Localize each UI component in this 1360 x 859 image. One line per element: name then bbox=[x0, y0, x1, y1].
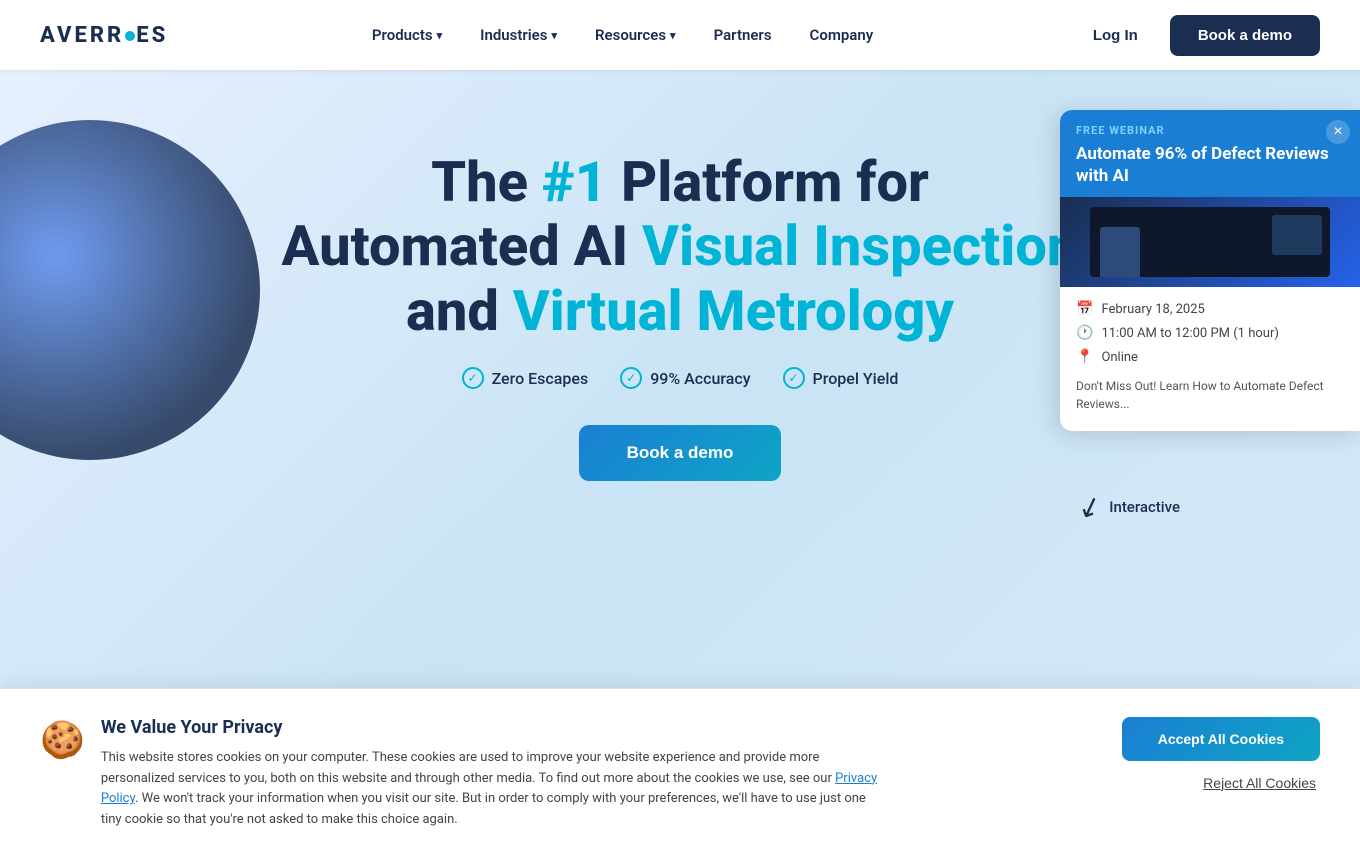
chevron-down-icon: ▾ bbox=[437, 29, 443, 42]
cookie-content: We Value Your Privacy This website store… bbox=[101, 717, 1106, 831]
nav-item-resources[interactable]: Resources ▾ bbox=[579, 18, 692, 52]
location-icon: 📍 bbox=[1076, 349, 1093, 365]
logo-circle-1 bbox=[125, 31, 135, 41]
hero-sphere bbox=[0, 120, 260, 460]
hero-title: The #1 Platform for Automated AI Visual … bbox=[282, 150, 1079, 343]
nav-item-products[interactable]: Products ▾ bbox=[356, 18, 458, 52]
login-button[interactable]: Log In bbox=[1077, 19, 1154, 52]
webinar-meta: 📅 February 18, 2025 🕐 11:00 AM to 12:00 … bbox=[1076, 301, 1344, 365]
reject-cookies-button[interactable]: Reject All Cookies bbox=[1199, 771, 1320, 795]
webinar-badge: FREE WEBINAR bbox=[1076, 124, 1344, 137]
clock-icon: 🕐 bbox=[1076, 325, 1093, 341]
logo[interactable]: AVERRES bbox=[40, 23, 168, 48]
nav-item-company[interactable]: Company bbox=[794, 18, 890, 52]
chevron-down-icon: ▾ bbox=[551, 29, 557, 42]
webinar-image bbox=[1060, 197, 1360, 287]
cookie-icon: 🍪 bbox=[40, 719, 85, 761]
webinar-title: Automate 96% of Defect Reviews with AI bbox=[1076, 143, 1344, 187]
webinar-body: 📅 February 18, 2025 🕐 11:00 AM to 12:00 … bbox=[1060, 287, 1360, 431]
webinar-panel: FREE WEBINAR Automate 96% of Defect Revi… bbox=[1060, 110, 1360, 431]
nav-demo-button[interactable]: Book a demo bbox=[1170, 15, 1320, 56]
nav-item-partners[interactable]: Partners bbox=[698, 18, 788, 52]
webinar-close-button[interactable]: × bbox=[1326, 120, 1350, 144]
hero-content: The #1 Platform for Automated AI Visual … bbox=[242, 150, 1119, 481]
nav-actions: Log In Book a demo bbox=[1077, 15, 1320, 56]
navbar: AVERRES Products ▾ Industries ▾ Resource… bbox=[0, 0, 1360, 70]
nav-links: Products ▾ Industries ▾ Resources ▾ Part… bbox=[356, 18, 889, 52]
webinar-date: 📅 February 18, 2025 bbox=[1076, 301, 1344, 317]
webinar-location: 📍 Online bbox=[1076, 349, 1344, 365]
badge-zero-escapes: ✓ Zero Escapes bbox=[462, 367, 589, 389]
nav-item-industries[interactable]: Industries ▾ bbox=[464, 18, 573, 52]
cookie-text: This website stores cookies on your comp… bbox=[101, 748, 881, 831]
webinar-image-inner bbox=[1090, 207, 1330, 277]
badge-yield: ✓ Propel Yield bbox=[783, 367, 899, 389]
cookie-title: We Value Your Privacy bbox=[101, 717, 1106, 738]
chevron-down-icon: ▾ bbox=[670, 29, 676, 42]
webinar-header: FREE WEBINAR Automate 96% of Defect Revi… bbox=[1060, 110, 1360, 197]
hero-demo-button[interactable]: Book a demo bbox=[579, 425, 782, 481]
calendar-icon: 📅 bbox=[1076, 301, 1093, 317]
webinar-description: Don't Miss Out! Learn How to Automate De… bbox=[1076, 377, 1344, 413]
hero-badges: ✓ Zero Escapes ✓ 99% Accuracy ✓ Propel Y… bbox=[282, 367, 1079, 389]
webinar-screen bbox=[1272, 215, 1322, 255]
cookie-actions: Accept All Cookies Reject All Cookies bbox=[1122, 717, 1320, 795]
badge-accuracy: ✓ 99% Accuracy bbox=[620, 367, 750, 389]
check-icon-2: ✓ bbox=[620, 367, 642, 389]
cookie-banner: 🍪 We Value Your Privacy This website sto… bbox=[0, 688, 1360, 859]
accept-cookies-button[interactable]: Accept All Cookies bbox=[1122, 717, 1320, 761]
arrow-icon: ↙ bbox=[1073, 487, 1106, 526]
check-icon-3: ✓ bbox=[783, 367, 805, 389]
webinar-person bbox=[1100, 227, 1140, 277]
interactive-label: ↙ Interactive bbox=[1078, 490, 1180, 523]
logo-text: AVERRES bbox=[40, 23, 168, 48]
webinar-time: 🕐 11:00 AM to 12:00 PM (1 hour) bbox=[1076, 325, 1344, 341]
check-icon-1: ✓ bbox=[462, 367, 484, 389]
